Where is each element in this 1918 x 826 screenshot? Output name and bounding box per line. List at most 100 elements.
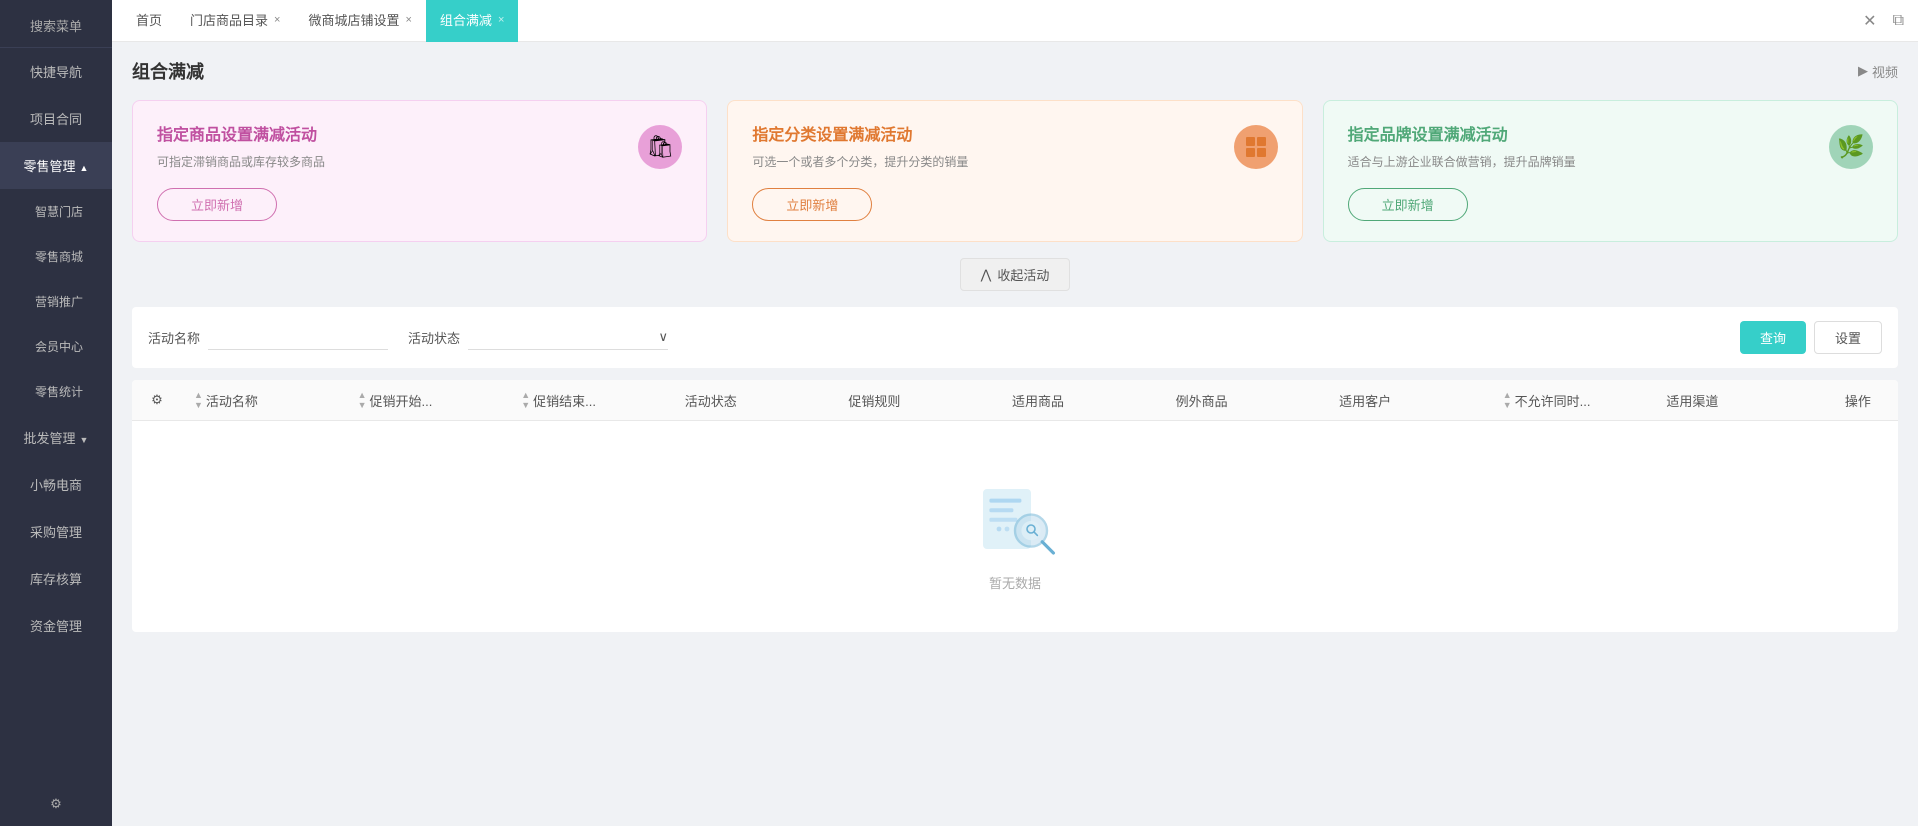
sidebar-item-member-center[interactable]: 会员中心 <box>0 324 112 369</box>
filter-actions: 查询 设置 <box>1740 321 1882 354</box>
video-link[interactable]: ▶ 视频 <box>1858 62 1898 81</box>
sort-icon: ▲▼ <box>194 390 203 410</box>
collapse-icon: ⋀ <box>981 267 992 283</box>
category-discount-title: 指定分类设置满减活动 <box>752 121 1277 145</box>
sidebar-item-marketing[interactable]: 营销推广 <box>0 279 112 324</box>
th-not-allow-concurrent: ▲▼ 不允许同时... <box>1491 390 1655 410</box>
activity-status-select[interactable]: ∨ <box>468 325 668 350</box>
collapse-activity-button[interactable]: ⋀ 收起活动 <box>960 258 1071 291</box>
sidebar: 搜索菜单 快捷导航 项目合同 零售管理 智慧门店 零售商城 营销推广 会员中心 … <box>0 0 112 826</box>
sidebar-item-project-contract[interactable]: 项目合同 <box>0 95 112 142</box>
th-promo-rule: 促销规则 <box>836 391 1000 410</box>
sidebar-item-purchase-mgmt[interactable]: 采购管理 <box>0 508 112 555</box>
tab-close-window-button[interactable]: ✕ <box>1859 7 1880 35</box>
th-applicable-customer: 适用客户 <box>1327 391 1491 410</box>
collapse-label: 收起活动 <box>997 265 1049 284</box>
th-promo-end: ▲▼ 促销结束... <box>509 390 673 410</box>
th-operation: 操作 <box>1818 391 1898 410</box>
th-applicable-channel: 适用渠道 <box>1654 391 1818 410</box>
th-activity-name-label: 活动名称 <box>206 391 258 410</box>
tab-combo-discount[interactable]: 组合满减 × <box>426 0 518 42</box>
collapse-bar: ⋀ 收起活动 <box>132 258 1898 291</box>
tab-combo-discount-label: 组合满减 <box>440 10 492 29</box>
tab-home-label: 首页 <box>136 10 162 29</box>
tab-wechat-store-label: 微商城店铺设置 <box>308 10 399 29</box>
th-promo-start-label: 促销开始... <box>370 391 433 410</box>
th-applicable-channel-label: 适用渠道 <box>1666 391 1718 410</box>
gear-icon: ⚙ <box>151 392 163 408</box>
th-not-allow-concurrent-label: 不允许同时... <box>1515 391 1591 410</box>
category-discount-add-button[interactable]: 立即新增 <box>752 188 872 221</box>
th-operation-label: 操作 <box>1845 391 1871 410</box>
filter-bar: 活动名称 活动状态 ∨ 查询 设置 <box>132 307 1898 368</box>
category-discount-icon <box>1234 125 1278 169</box>
activity-status-filter: 活动状态 ∨ <box>408 325 668 350</box>
category-discount-desc: 可选一个或者多个分类，提升分类的销量 <box>752 153 1277 172</box>
sidebar-search[interactable]: 搜索菜单 <box>0 0 112 48</box>
video-label: 视频 <box>1872 62 1898 81</box>
sidebar-item-retail-mgmt[interactable]: 零售管理 <box>0 142 112 189</box>
th-promo-rule-label: 促销规则 <box>848 391 900 410</box>
empty-illustration <box>965 481 1065 561</box>
category-discount-card: 指定分类设置满减活动 可选一个或者多个分类，提升分类的销量 立即新增 <box>727 100 1302 242</box>
brand-discount-icon: 🌿 <box>1829 125 1873 169</box>
page-title: 组合满减 <box>132 58 204 84</box>
page-content: 组合满减 ▶ 视频 指定商品设置满减活动 可指定滞销商品或库存较多商品 🛍 立即… <box>112 42 1918 826</box>
product-discount-card: 指定商品设置满减活动 可指定滞销商品或库存较多商品 🛍 立即新增 <box>132 100 707 242</box>
activity-cards: 指定商品设置满减活动 可指定滞销商品或库存较多商品 🛍 立即新增 指定分类设置满… <box>132 100 1898 242</box>
activity-status-label: 活动状态 <box>408 328 460 347</box>
play-icon: ▶ <box>1858 63 1868 79</box>
sidebar-item-xiaoqi-ecom[interactable]: 小畅电商 <box>0 461 112 508</box>
tab-store-catalog-close[interactable]: × <box>274 14 280 26</box>
th-applicable-customer-label: 适用客户 <box>1339 391 1391 410</box>
sort-icon-start: ▲▼ <box>358 390 367 410</box>
th-applicable-goods: 适用商品 <box>1000 391 1164 410</box>
th-gear[interactable]: ⚙ <box>132 392 182 408</box>
activity-name-filter: 活动名称 <box>148 326 388 350</box>
th-promo-end-label: 促销结束... <box>533 391 596 410</box>
tab-actions: ✕ ⧉ <box>1859 7 1908 35</box>
sort-icon-end: ▲▼ <box>521 390 530 410</box>
th-activity-status: 活动状态 <box>673 391 837 410</box>
empty-state: 暂无数据 <box>132 421 1898 632</box>
th-activity-name: ▲▼ 活动名称 <box>182 390 346 410</box>
sidebar-item-retail-stats[interactable]: 零售统计 <box>0 369 112 414</box>
query-button[interactable]: 查询 <box>1740 321 1806 354</box>
tab-store-catalog-label: 门店商品目录 <box>190 10 268 29</box>
tab-restore-window-button[interactable]: ⧉ <box>1889 8 1908 34</box>
brand-discount-add-button[interactable]: 立即新增 <box>1348 188 1468 221</box>
table-wrapper: ⚙ ▲▼ 活动名称 ▲▼ 促销开始... ▲▼ 促销结束... 活动状态 <box>132 380 1898 632</box>
brand-discount-desc: 适合与上游企业联合做营销，提升品牌销量 <box>1348 153 1873 172</box>
tab-bar: 首页 门店商品目录 × 微商城店铺设置 × 组合满减 × ✕ ⧉ <box>112 0 1918 42</box>
tab-home[interactable]: 首页 <box>122 0 176 42</box>
sort-icon-concurrent: ▲▼ <box>1503 390 1512 410</box>
th-exception-goods: 例外商品 <box>1164 391 1328 410</box>
th-applicable-goods-label: 适用商品 <box>1012 391 1064 410</box>
sidebar-settings[interactable]: ⚙ <box>0 782 112 826</box>
product-discount-title: 指定商品设置满减活动 <box>157 121 682 145</box>
chevron-down-icon: ∨ <box>659 329 669 345</box>
tab-store-catalog[interactable]: 门店商品目录 × <box>176 0 294 42</box>
product-discount-icon: 🛍 <box>638 125 682 169</box>
th-promo-start: ▲▼ 促销开始... <box>346 390 510 410</box>
sidebar-item-quick-nav[interactable]: 快捷导航 <box>0 48 112 95</box>
empty-text: 暂无数据 <box>989 573 1041 592</box>
sidebar-item-fund-mgmt[interactable]: 资金管理 <box>0 602 112 649</box>
sidebar-item-wholesale-mgmt[interactable]: 批发管理 <box>0 414 112 461</box>
tab-wechat-store-close[interactable]: × <box>405 14 411 26</box>
activity-name-input[interactable] <box>208 326 388 350</box>
sidebar-item-smart-store[interactable]: 智慧门店 <box>0 189 112 234</box>
page-header: 组合满减 ▶ 视频 <box>132 58 1898 84</box>
brand-discount-title: 指定品牌设置满减活动 <box>1348 121 1873 145</box>
activity-name-label: 活动名称 <box>148 328 200 347</box>
table-header: ⚙ ▲▼ 活动名称 ▲▼ 促销开始... ▲▼ 促销结束... 活动状态 <box>132 380 1898 421</box>
sidebar-item-retail-mall[interactable]: 零售商城 <box>0 234 112 279</box>
settings-button[interactable]: 设置 <box>1814 321 1882 354</box>
tab-combo-discount-close[interactable]: × <box>498 14 504 26</box>
sidebar-item-inventory[interactable]: 库存核算 <box>0 555 112 602</box>
tab-wechat-store-settings[interactable]: 微商城店铺设置 × <box>294 0 425 42</box>
brand-discount-card: 指定品牌设置满减活动 适合与上游企业联合做营销，提升品牌销量 🌿 立即新增 <box>1323 100 1898 242</box>
product-discount-add-button[interactable]: 立即新增 <box>157 188 277 221</box>
th-exception-goods-label: 例外商品 <box>1176 391 1228 410</box>
th-activity-status-label: 活动状态 <box>685 391 737 410</box>
